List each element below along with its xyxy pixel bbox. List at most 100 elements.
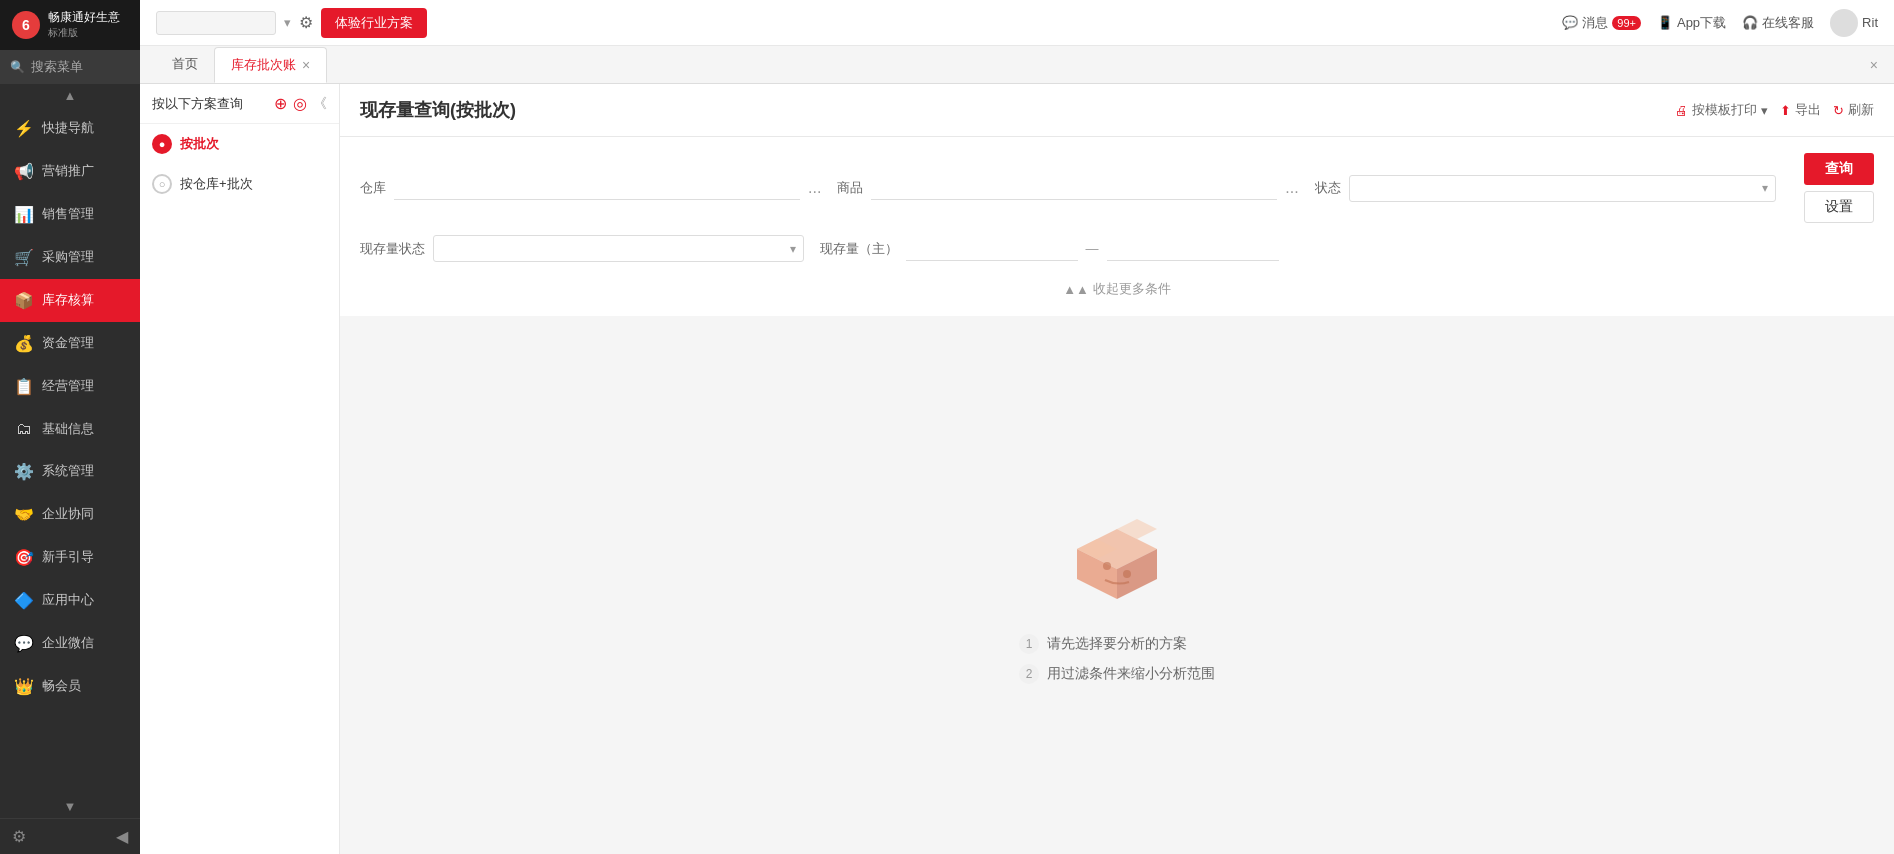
message-label: 消息 [1582,14,1608,32]
tab-inventory-batch[interactable]: 库存批次账 × [214,47,327,83]
app-download-label: App下载 [1677,14,1726,32]
user-item[interactable]: Rit [1830,9,1878,37]
scheme-item-icon-active: ● [152,134,172,154]
message-item[interactable]: 💬 消息 99+ [1562,14,1641,32]
topbar-gear-icon[interactable]: ⚙ [299,13,313,32]
scheme-item-icon-inactive: ○ [152,174,172,194]
experience-btn[interactable]: 体验行业方案 [321,8,427,38]
scheme-header: 按以下方案查询 ⊕ ◎ 《 [140,84,339,124]
sidebar-item-basic[interactable]: 🗂 基础信息 [0,408,140,450]
inventory-status-label: 现存量状态 [360,240,425,258]
empty-hint-1: 1 请先选择要分析的方案 [1019,634,1215,654]
status-select[interactable]: 全部 正常 停用 [1349,175,1776,202]
sidebar-item-quick-nav[interactable]: ⚡ 快捷导航 [0,107,140,150]
print-icon: 🖨 [1675,103,1688,118]
sidebar-scroll-up[interactable]: ▲ [0,84,140,107]
sidebar-item-purchase[interactable]: 🛒 采购管理 [0,236,140,279]
hint-num-1: 1 [1019,634,1039,654]
export-btn[interactable]: ⬆ 导出 [1780,101,1821,119]
warehouse-more-icon[interactable]: ... [808,179,821,197]
empty-hints: 1 请先选择要分析的方案 2 用过滤条件来缩小分析范围 [1019,634,1215,684]
scheme-item-by-batch[interactable]: ● 按批次 [140,124,339,164]
sidebar-item-wechat[interactable]: 💬 企业微信 [0,622,140,665]
warehouse-input[interactable] [394,176,800,199]
app-title: 畅康通好生意 [48,10,120,26]
tab-close-icon[interactable]: × [302,58,310,72]
product-more-icon[interactable]: ... [1285,179,1298,197]
tab-home[interactable]: 首页 [156,47,214,83]
topbar: ▾ ⚙ 体验行业方案 💬 消息 99+ 📱 App下载 🎧 在线客服 Rit [140,0,1894,46]
collapse-sidebar-icon[interactable]: ◀ [116,827,128,846]
sidebar-item-vip[interactable]: 👑 畅会员 [0,665,140,708]
refresh-btn[interactable]: ↻ 刷新 [1833,101,1874,119]
user-name: Rit [1862,15,1878,30]
status-filter-label: 状态 [1315,179,1341,197]
print-template-btn[interactable]: 🖨 按模板打印 ▾ [1675,101,1768,119]
sidebar: 6 畅康通好生意 标准版 🔍 搜索菜单 ▲ ⚡ 快捷导航 📢 营销推广 📊 销售… [0,0,140,854]
collapse-up-icon: ▲▲ [1063,282,1089,297]
empty-hint-1-text: 请先选择要分析的方案 [1047,635,1187,653]
marketing-icon: 📢 [14,162,34,181]
purchase-icon: 🛒 [14,248,34,267]
empty-state: 1 请先选择要分析的方案 2 用过滤条件来缩小分析范围 [340,324,1894,854]
inventory-qty-from-input[interactable] [906,237,1078,260]
sidebar-search[interactable]: 🔍 搜索菜单 [0,50,140,84]
inventory-status-select[interactable]: 全部 [433,235,804,262]
tab-panel-close-icon[interactable]: × [1850,57,1878,73]
sidebar-scroll-down[interactable]: ▼ [0,795,140,818]
sidebar-item-enterprise[interactable]: 🤝 企业协同 [0,493,140,536]
query-button[interactable]: 查询 [1804,153,1874,185]
page-title: 现存量查询(按批次) [360,98,516,122]
product-filter-label: 商品 [837,179,863,197]
sidebar-item-label: 库存核算 [42,291,94,309]
scheme-settings-icon[interactable]: ◎ [293,94,307,113]
basic-icon: 🗂 [14,420,34,438]
sidebar-item-sales[interactable]: 📊 销售管理 [0,193,140,236]
inventory-qty-to-input[interactable] [1107,237,1279,260]
sidebar-item-label: 应用中心 [42,591,94,609]
sidebar-item-operation[interactable]: 📋 经营管理 [0,365,140,408]
product-input[interactable] [871,176,1277,199]
topbar-search-input[interactable] [156,11,276,35]
sidebar-item-label: 采购管理 [42,248,94,266]
warehouse-input-wrap [394,176,800,200]
settings-icon[interactable]: ⚙ [12,827,26,846]
system-icon: ⚙️ [14,462,34,481]
topbar-dropdown-icon[interactable]: ▾ [284,15,291,30]
sidebar-item-marketing[interactable]: 📢 营销推广 [0,150,140,193]
tabs-bar: 首页 库存批次账 × × [140,46,1894,84]
scheme-add-icon[interactable]: ⊕ [274,94,287,113]
scheme-item-label: 按仓库+批次 [180,175,253,193]
sidebar-item-label: 新手引导 [42,548,94,566]
print-dropdown-icon[interactable]: ▾ [1761,103,1768,118]
app-download-item[interactable]: 📱 App下载 [1657,14,1726,32]
sidebar-item-label: 畅会员 [42,677,81,695]
filter-group-inventory-status: 现存量状态 全部 ▾ [360,235,804,262]
sidebar-search-label: 搜索菜单 [31,58,83,76]
sidebar-item-appcenter[interactable]: 🔷 应用中心 [0,579,140,622]
scheme-collapse-icon[interactable]: 《 [313,95,327,113]
topbar-right: 💬 消息 99+ 📱 App下载 🎧 在线客服 Rit [1562,9,1878,37]
filter-actions: 查询 设置 [1804,153,1874,223]
filter-group-warehouse: 仓库 ... [360,176,821,200]
scheme-panel: 按以下方案查询 ⊕ ◎ 《 ● 按批次 ○ 按仓库+批次 [140,84,340,854]
online-service-item[interactable]: 🎧 在线客服 [1742,14,1814,32]
scheme-item-by-warehouse-batch[interactable]: ○ 按仓库+批次 [140,164,339,204]
collapse-more-label: 收起更多条件 [1093,280,1171,298]
status-select-wrap: 全部 正常 停用 ▾ [1349,175,1776,202]
service-icon: 🎧 [1742,15,1758,30]
sidebar-item-system[interactable]: ⚙️ 系统管理 [0,450,140,493]
content-main: 现存量查询(按批次) 🖨 按模板打印 ▾ ⬆ 导出 ↻ 刷新 [340,84,1894,854]
collapse-more-btn[interactable]: ▲▲ 收起更多条件 [360,274,1874,300]
appcenter-icon: 🔷 [14,591,34,610]
page-content: 按以下方案查询 ⊕ ◎ 《 ● 按批次 ○ 按仓库+批次 现存量查询(按批次) [140,84,1894,854]
title-actions: 🖨 按模板打印 ▾ ⬆ 导出 ↻ 刷新 [1675,101,1874,119]
sidebar-item-label: 系统管理 [42,462,94,480]
product-input-wrap [871,176,1277,200]
user-avatar [1830,9,1858,37]
sidebar-item-finance[interactable]: 💰 资金管理 [0,322,140,365]
settings-button[interactable]: 设置 [1804,191,1874,223]
sidebar-item-inventory[interactable]: 📦 库存核算 [0,279,140,322]
sidebar-item-label: 销售管理 [42,205,94,223]
sidebar-item-newbie[interactable]: 🎯 新手引导 [0,536,140,579]
